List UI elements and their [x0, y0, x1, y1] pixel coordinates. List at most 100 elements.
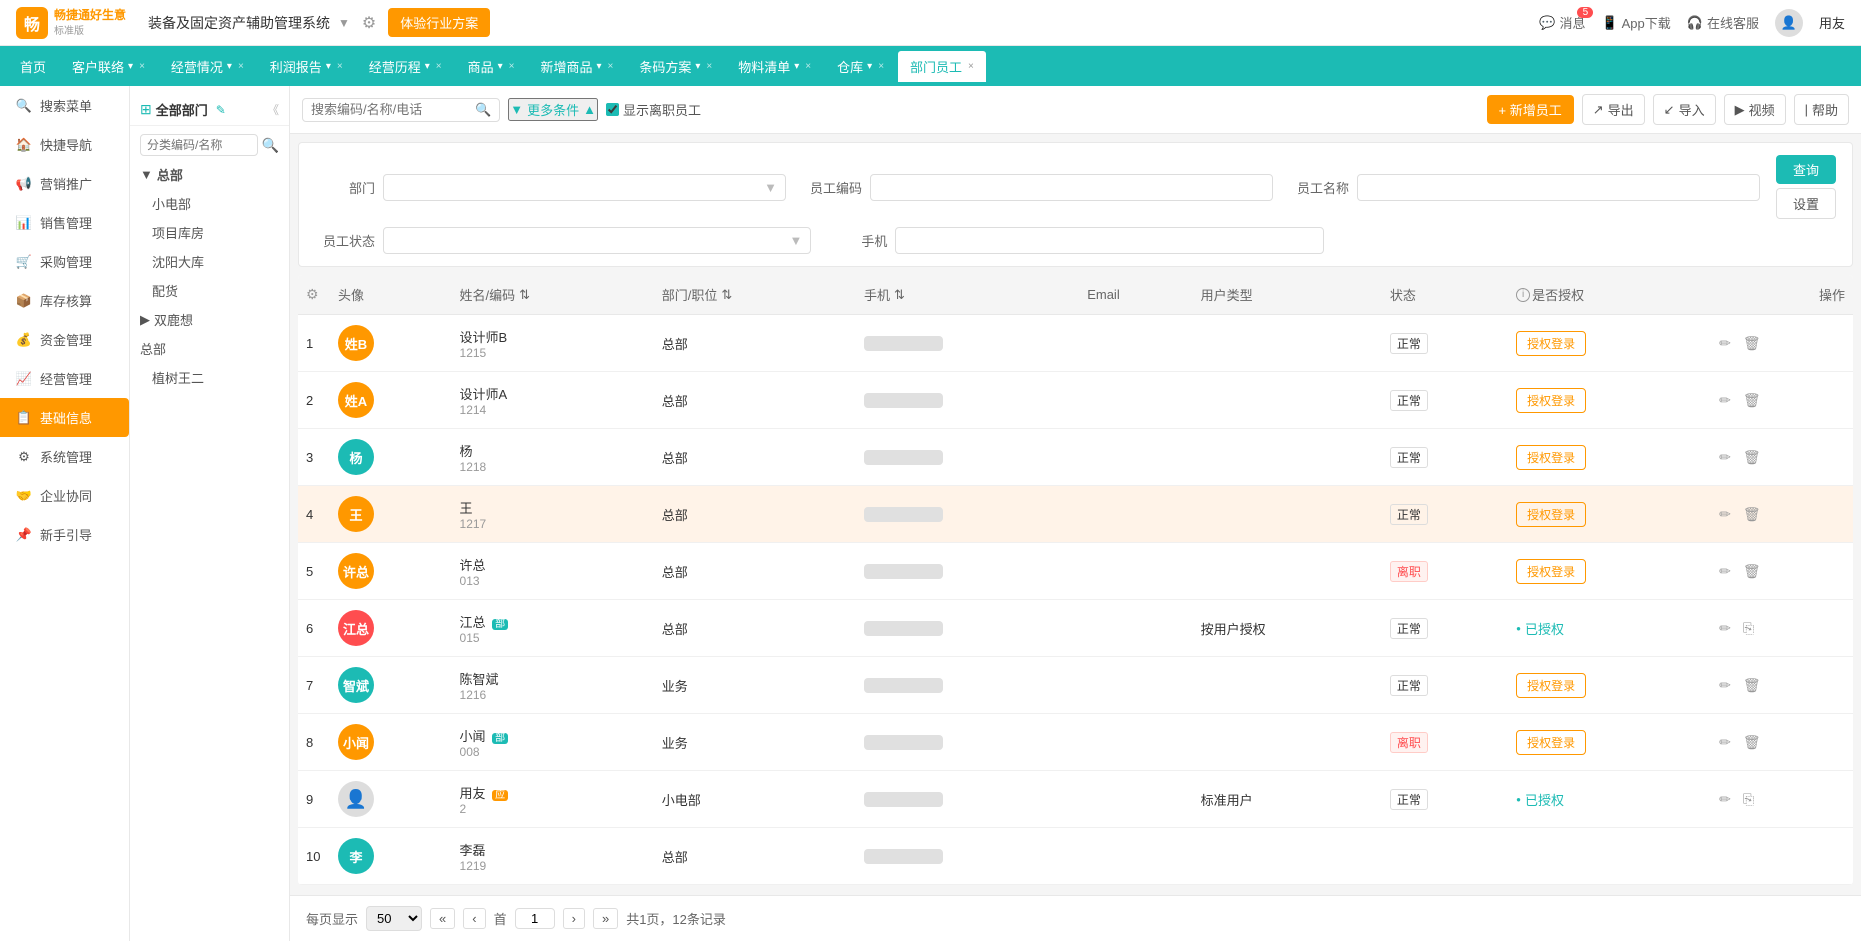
search-input[interactable] — [311, 102, 471, 117]
delete-icon[interactable]: 🗑 — [1741, 447, 1763, 468]
auth-login-btn[interactable]: 授权登录 — [1516, 559, 1586, 584]
tab-history[interactable]: 经营历程 ▾× — [357, 51, 454, 82]
dept-item-xiaodian[interactable]: 小电部 — [130, 189, 289, 218]
help-button[interactable]: | 帮助 — [1794, 94, 1849, 125]
sidebar-item-basic[interactable]: 📋 基础信息 — [0, 398, 129, 437]
delete-icon[interactable]: 🗑 — [1741, 390, 1763, 411]
cell-auth: 授权登录 — [1508, 657, 1709, 714]
message-button[interactable]: 💬 消息 5 — [1539, 13, 1585, 32]
prev-page-btn[interactable]: ‹ — [463, 908, 485, 929]
copy-icon[interactable]: ⎘ — [1741, 618, 1756, 639]
delete-icon[interactable]: 🗑 — [1741, 675, 1763, 696]
tab-bom[interactable]: 物料清单 ▾× — [726, 51, 823, 82]
app-download-button[interactable]: 📱 App下载 — [1601, 13, 1670, 32]
more-filter-btn[interactable]: ▼ 更多条件 ▲ — [508, 98, 598, 121]
dept-item-shuanglu[interactable]: ▶ 双鹿想 — [130, 305, 289, 334]
th-settings[interactable]: ⚙ — [298, 275, 330, 315]
edit-icon[interactable]: ✏ — [1717, 504, 1733, 525]
auth-login-btn[interactable]: 授权登录 — [1516, 502, 1586, 527]
tab-home[interactable]: 首页 — [8, 51, 58, 82]
edit-icon[interactable]: ✏ — [1717, 390, 1733, 411]
filter-search-btn[interactable]: 查询 — [1776, 155, 1836, 184]
add-employee-button[interactable]: + 新增员工 — [1487, 95, 1574, 124]
th-phone[interactable]: 手机 ⇅ — [856, 275, 1079, 315]
edit-icon[interactable]: ✏ — [1717, 732, 1733, 753]
edit-icon[interactable]: ✏ — [1717, 618, 1733, 639]
delete-icon[interactable]: 🗑 — [1741, 504, 1763, 525]
sidebar-item-search[interactable]: 🔍 搜索菜单 — [0, 86, 129, 125]
tab-profit[interactable]: 利润报告 ▾× — [258, 51, 355, 82]
page-input[interactable] — [515, 908, 555, 929]
gear-button[interactable]: ⚙ — [358, 9, 380, 37]
sidebar-item-system[interactable]: ⚙ 系统管理 — [0, 437, 129, 476]
edit-icon[interactable]: ✏ — [1717, 561, 1733, 582]
view-button[interactable]: ▶ 视频 — [1724, 94, 1786, 125]
dept-search-icon[interactable]: 🔍 — [262, 137, 279, 154]
tab-operation[interactable]: 经营情况 ▾× — [159, 51, 256, 82]
show-resigned-label[interactable]: 显示离职员工 — [606, 100, 701, 119]
filter-dept-select[interactable]: ▼ — [383, 174, 786, 201]
first-page-btn[interactable]: « — [430, 908, 455, 929]
auth-login-btn[interactable]: 授权登录 — [1516, 673, 1586, 698]
trial-button[interactable]: 体验行业方案 — [388, 8, 490, 37]
service-button[interactable]: 🎧 在线客服 — [1687, 13, 1759, 32]
dept-search-input[interactable] — [140, 134, 258, 156]
sidebar-item-purchase[interactable]: 🛒 采购管理 — [0, 242, 129, 281]
dept-item-zongbu[interactable]: 总部 — [130, 334, 289, 363]
delete-icon[interactable]: 🗑 — [1741, 732, 1763, 753]
auth-login-btn[interactable]: 授权登录 — [1516, 730, 1586, 755]
tab-new-goods[interactable]: 新增商品 ▾× — [528, 51, 625, 82]
edit-icon[interactable]: ✏ — [1717, 675, 1733, 696]
sidebar-item-collab[interactable]: 🤝 企业协同 — [0, 476, 129, 515]
sidebar-item-management[interactable]: 📈 经营管理 — [0, 359, 129, 398]
auth-login-btn[interactable]: 授权登录 — [1516, 331, 1586, 356]
tab-customer[interactable]: 客户联络 ▾× — [60, 51, 157, 82]
page-size-select[interactable]: 50 20 100 — [366, 906, 422, 931]
filter-set-btn[interactable]: 设置 — [1776, 188, 1836, 219]
auth-login-btn[interactable]: 授权登录 — [1516, 445, 1586, 470]
next-page-btn[interactable]: › — [563, 908, 585, 929]
copy-icon[interactable]: ⎘ — [1741, 789, 1756, 810]
filter-icon: ▼ — [510, 102, 523, 117]
import-button[interactable]: ↙ 导入 — [1653, 94, 1716, 125]
tab-goods[interactable]: 商品 ▾× — [456, 51, 527, 82]
sidebar-item-sales[interactable]: 📊 销售管理 — [0, 203, 129, 242]
dept-item-zongbu-top[interactable]: ▼ 总部 — [130, 160, 289, 189]
sidebar-item-nav[interactable]: 🏠 快捷导航 — [0, 125, 129, 164]
avatar: 许总 — [338, 553, 374, 589]
last-page-btn[interactable]: » — [593, 908, 618, 929]
dept-item-peihuo[interactable]: 配货 — [130, 276, 289, 305]
user-avatar[interactable]: 👤 — [1775, 9, 1803, 37]
filter-empname-input[interactable] — [1357, 174, 1760, 201]
search-submit-icon[interactable]: 🔍 — [475, 102, 491, 118]
page-size-label: 每页显示 — [306, 909, 358, 928]
sidebar-item-inventory[interactable]: 📦 库存核算 — [0, 281, 129, 320]
filter-status-select[interactable]: ▼ — [383, 227, 811, 254]
delete-icon[interactable]: 🗑 — [1741, 561, 1763, 582]
tab-department[interactable]: 部门员工 × — [898, 51, 986, 82]
edit-icon[interactable]: ✏ — [1717, 789, 1733, 810]
auth-login-btn[interactable]: 授权登录 — [1516, 388, 1586, 413]
filter-phone-input[interactable] — [895, 227, 1323, 254]
sidebar-item-guide[interactable]: 📌 新手引导 — [0, 515, 129, 554]
sidebar-item-marketing[interactable]: 📢 营销推广 — [0, 164, 129, 203]
export-button[interactable]: ↗ 导出 — [1582, 94, 1645, 125]
dept-item-project[interactable]: 项目库房 — [130, 218, 289, 247]
dept-item-shenyang[interactable]: 沈阳大库 — [130, 247, 289, 276]
dept-collapse-btn[interactable]: 《 — [267, 101, 279, 118]
cell-status: 正常 — [1382, 600, 1508, 657]
tab-barcode[interactable]: 条码方案 ▾× — [627, 51, 724, 82]
tab-warehouse[interactable]: 仓库 ▾× — [825, 51, 896, 82]
edit-icon[interactable]: ✏ — [1717, 333, 1733, 354]
dept-item-zhishu[interactable]: 植树王二 — [130, 363, 289, 392]
system-dropdown-btn[interactable]: ▼ — [338, 16, 350, 30]
table-row: 2 姓A 设计师A 1214 总部 13812345678 — [298, 372, 1853, 429]
filter-empcode-input[interactable] — [870, 174, 1273, 201]
show-resigned-checkbox[interactable] — [606, 103, 619, 116]
sidebar-item-finance[interactable]: 💰 资金管理 — [0, 320, 129, 359]
delete-icon[interactable]: 🗑 — [1741, 333, 1763, 354]
th-name[interactable]: 姓名/编码 ⇅ — [452, 275, 654, 315]
th-dept[interactable]: 部门/职位 ⇅ — [654, 275, 856, 315]
dept-edit-btn[interactable]: ✎ — [216, 103, 226, 117]
edit-icon[interactable]: ✏ — [1717, 447, 1733, 468]
